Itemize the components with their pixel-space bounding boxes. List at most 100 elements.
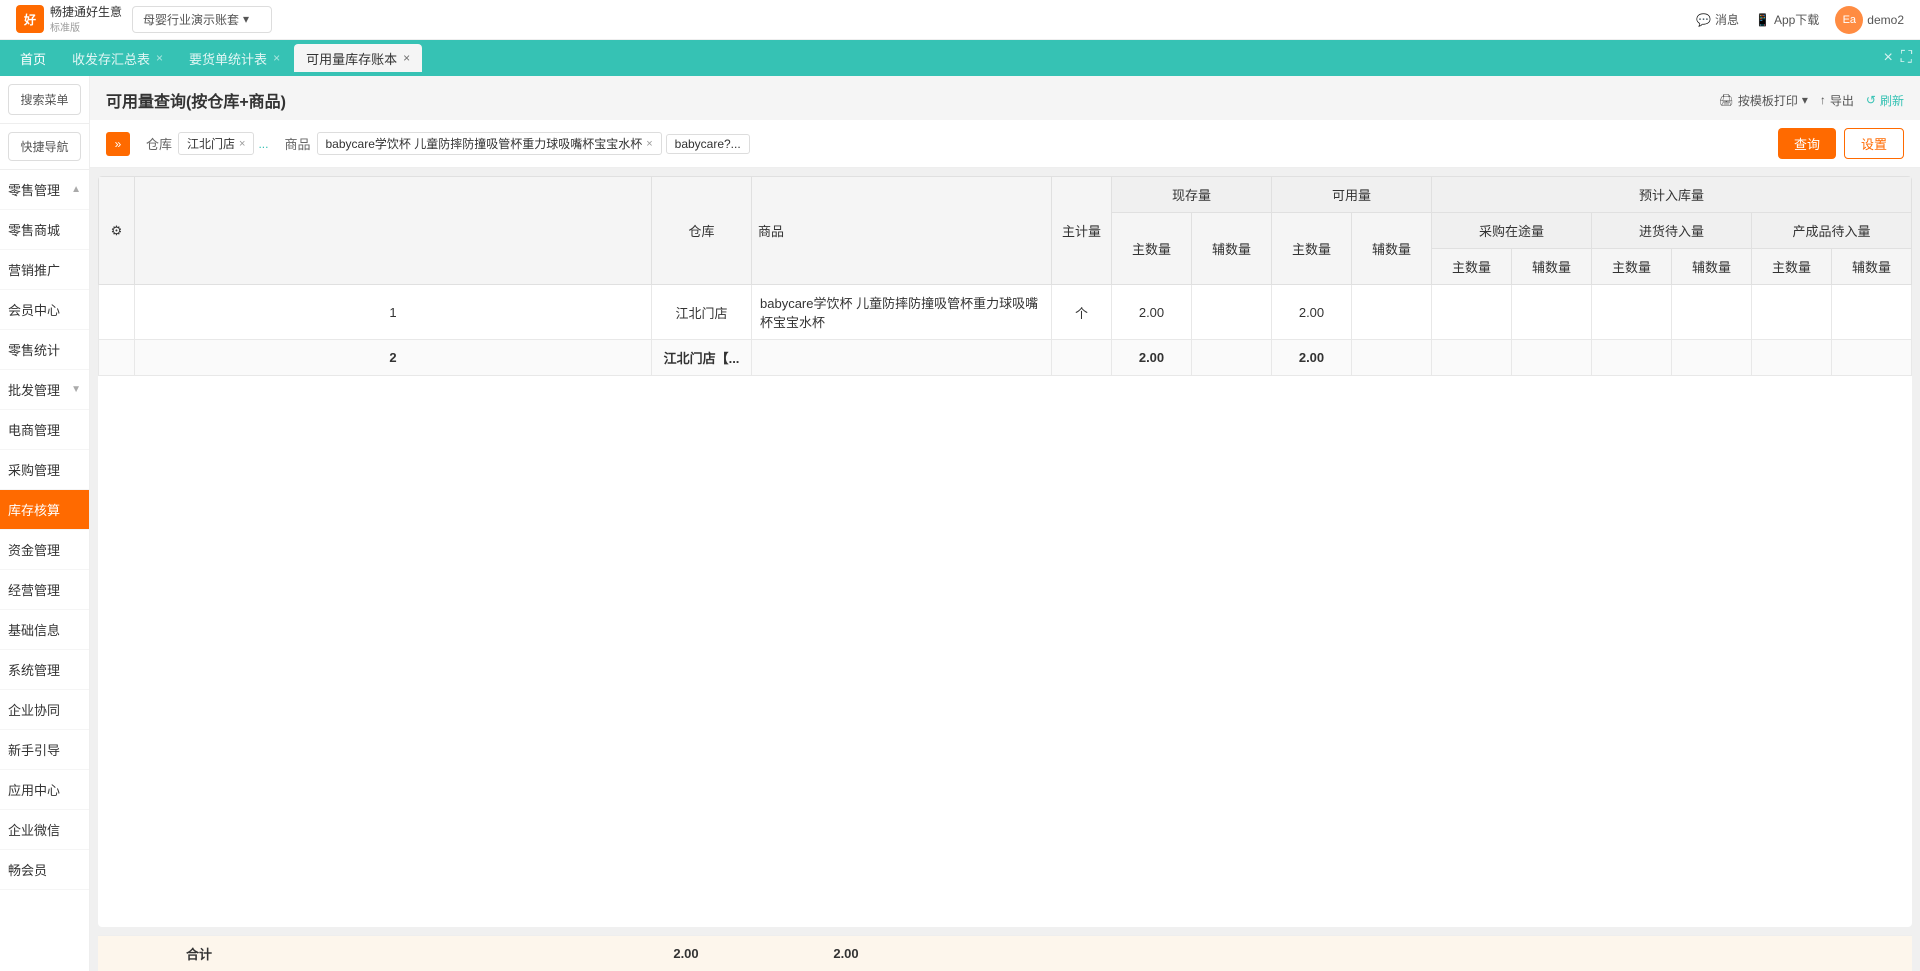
tab-close-icon[interactable]: × — [273, 51, 280, 65]
sidebar-item-ecommerce[interactable]: 电商管理 — [0, 410, 89, 450]
cell-incoming-main — [1592, 285, 1672, 340]
fullscreen-btn[interactable]: ⛶ — [1901, 49, 1912, 67]
th-avail-aux: 辅数量 — [1352, 213, 1432, 285]
nav-right-actions: × ⛶ — [1883, 49, 1912, 67]
footer-avail-main: 2.00 — [806, 946, 886, 961]
cell-production-aux — [1832, 285, 1912, 340]
cell-stock-main: 2.00 — [1112, 285, 1192, 340]
product-tags: babycare学饮杯 儿童防摔防撞吸管杯重力球吸嘴杯宝宝水杯 × babyca… — [317, 132, 750, 155]
quick-nav-area: 快捷导航 — [0, 124, 89, 170]
sidebar-item-member-center[interactable]: 会员中心 — [0, 290, 89, 330]
page-title: 可用量查询(按仓库+商品) — [106, 88, 286, 112]
cell-unit: 个 — [1052, 285, 1112, 340]
close-all-btn[interactable]: × — [1883, 49, 1892, 67]
more-filter-btn[interactable]: ... — [258, 137, 268, 151]
remove-tag-icon[interactable]: × — [239, 138, 245, 150]
sidebar-item-finance[interactable]: 资金管理 — [0, 530, 89, 570]
export-btn[interactable]: ↑ 导出 — [1820, 92, 1854, 109]
th-stock-main: 主数量 — [1112, 213, 1192, 285]
remove-tag-icon[interactable]: × — [646, 138, 652, 150]
refresh-btn[interactable]: ↺ 刷新 — [1866, 92, 1904, 109]
cell-avail-aux — [1352, 285, 1432, 340]
gear-icon[interactable]: ⚙ — [111, 223, 123, 238]
cell-purchase-aux — [1512, 340, 1592, 376]
cell-avail-aux — [1352, 340, 1432, 376]
sidebar-search-area: 搜索菜单 — [0, 76, 89, 124]
cell-index: 1 — [135, 285, 652, 340]
sidebar-item-system[interactable]: 系统管理 — [0, 650, 89, 690]
cell-production-main — [1752, 340, 1832, 376]
th-index — [135, 177, 652, 285]
warehouse-filter-group: 仓库 江北门店 × ... — [146, 132, 268, 155]
industry-selector[interactable]: 母婴行业演示账套 ▾ — [132, 6, 272, 33]
cell-incoming-aux — [1672, 340, 1752, 376]
sidebar-item-operations[interactable]: 经营管理 — [0, 570, 89, 610]
sidebar-item-new-guide[interactable]: 新手引导 — [0, 730, 89, 770]
th-purchase-main: 主数量 — [1432, 249, 1512, 285]
app-download-btn[interactable]: 📱 App下载 — [1755, 11, 1819, 28]
content-area: 可用量查询(按仓库+商品) 🖨 按模板打印 ▾ ↑ 导出 ↺ 刷新 — [90, 76, 1920, 971]
product-filter-group: 商品 babycare学饮杯 儿童防摔防撞吸管杯重力球吸嘴杯宝宝水杯 × bab… — [284, 132, 749, 155]
tab-close-icon[interactable]: × — [156, 51, 163, 65]
filter-actions: 查询 设置 — [1778, 128, 1904, 159]
user-menu[interactable]: Ea demo2 — [1835, 6, 1904, 34]
setting-button[interactable]: 设置 — [1844, 128, 1904, 159]
expand-filter-btn[interactable]: » — [106, 132, 130, 156]
th-production-main: 主数量 — [1752, 249, 1832, 285]
th-main-unit: 主计量 — [1052, 177, 1112, 285]
cell-stock-aux — [1192, 340, 1272, 376]
sidebar-item-enterprise[interactable]: 企业协同 — [0, 690, 89, 730]
refresh-icon: ↺ — [1866, 93, 1876, 107]
print-icon: 🖨 — [1719, 93, 1734, 107]
th-avail-main: 主数量 — [1272, 213, 1352, 285]
search-menu-btn[interactable]: 搜索菜单 — [8, 84, 81, 115]
chevron-icon: ▼ — [71, 384, 81, 395]
sidebar-item-marketing[interactable]: 营销推广 — [0, 250, 89, 290]
cell-avail-main: 2.00 — [1272, 285, 1352, 340]
sidebar-item-retail-stats[interactable]: 零售统计 — [0, 330, 89, 370]
sidebar-item-purchase[interactable]: 采购管理 — [0, 450, 89, 490]
cell-purchase-main — [1432, 285, 1512, 340]
query-button[interactable]: 查询 — [1778, 128, 1836, 159]
filter-area: » 仓库 江北门店 × ... 商品 babycare学饮杯 儿童防摔防撞吸管杯… — [90, 120, 1920, 168]
sidebar-item-retail-mall[interactable]: 零售商城 — [0, 210, 89, 250]
cell-production-main — [1752, 285, 1832, 340]
th-incoming-aux: 辅数量 — [1672, 249, 1752, 285]
print-btn[interactable]: 🖨 按模板打印 ▾ — [1719, 92, 1808, 109]
cell-production-aux — [1832, 340, 1912, 376]
sidebar-item-retail-mgmt[interactable]: 零售管理 ▲ — [0, 170, 89, 210]
table-row[interactable]: 1 江北门店 babycare学饮杯 儿童防摔防撞吸管杯重力球吸嘴杯宝宝水杯 个… — [99, 285, 1912, 340]
tab-home[interactable]: 首页 — [8, 49, 58, 68]
sidebar-item-basic-info[interactable]: 基础信息 — [0, 610, 89, 650]
th-warehouse: 仓库 — [652, 177, 752, 285]
cell-product: babycare学饮杯 儿童防摔防撞吸管杯重力球吸嘴杯宝宝水杯 — [752, 285, 1052, 340]
sidebar-item-inventory[interactable]: 库存核算 — [0, 490, 89, 530]
message-icon: 💬 — [1696, 13, 1711, 27]
logo-icon: 好 — [16, 5, 44, 33]
th-purchase-transit: 采购在途量 — [1432, 213, 1592, 249]
sidebar-item-vip[interactable]: 畅会员 — [0, 850, 89, 890]
tab-close-icon[interactable]: × — [403, 51, 410, 65]
th-planned-inbound: 预计入库量 — [1432, 177, 1912, 213]
chevron-down-icon: ▾ — [243, 12, 249, 26]
warehouse-tag: 江北门店 × — [178, 132, 254, 155]
cell-warehouse: 江北门店【... — [652, 340, 752, 376]
sidebar-item-wholesale[interactable]: 批发管理 ▼ — [0, 370, 89, 410]
cell-purchase-aux — [1512, 285, 1592, 340]
cell-gear — [99, 340, 135, 376]
tab-order-stats[interactable]: 要货单统计表 × — [177, 44, 292, 72]
cell-incoming-aux — [1672, 285, 1752, 340]
sidebar-item-wechat[interactable]: 企业微信 — [0, 810, 89, 850]
message-btn[interactable]: 💬 消息 — [1696, 11, 1739, 28]
quick-nav-btn[interactable]: 快捷导航 — [8, 132, 81, 161]
product-tag-1: babycare学饮杯 儿童防摔防撞吸管杯重力球吸嘴杯宝宝水杯 × — [317, 132, 662, 155]
sidebar-item-app-center[interactable]: 应用中心 — [0, 770, 89, 810]
tab-receive-summary[interactable]: 收发存汇总表 × — [60, 44, 175, 72]
top-bar-left: 好 畅捷通好生意 标准版 母婴行业演示账套 ▾ — [16, 5, 272, 34]
avatar: Ea — [1835, 6, 1863, 34]
table-footer: 合计 2.00 2.00 — [98, 935, 1912, 971]
app-icon: 📱 — [1755, 13, 1770, 27]
table-row[interactable]: 2 江北门店【... 2.00 2.00 — [99, 340, 1912, 376]
tab-available-stock[interactable]: 可用量库存账本 × — [294, 44, 422, 72]
top-bar-right: 💬 消息 📱 App下载 Ea demo2 — [1696, 6, 1904, 34]
